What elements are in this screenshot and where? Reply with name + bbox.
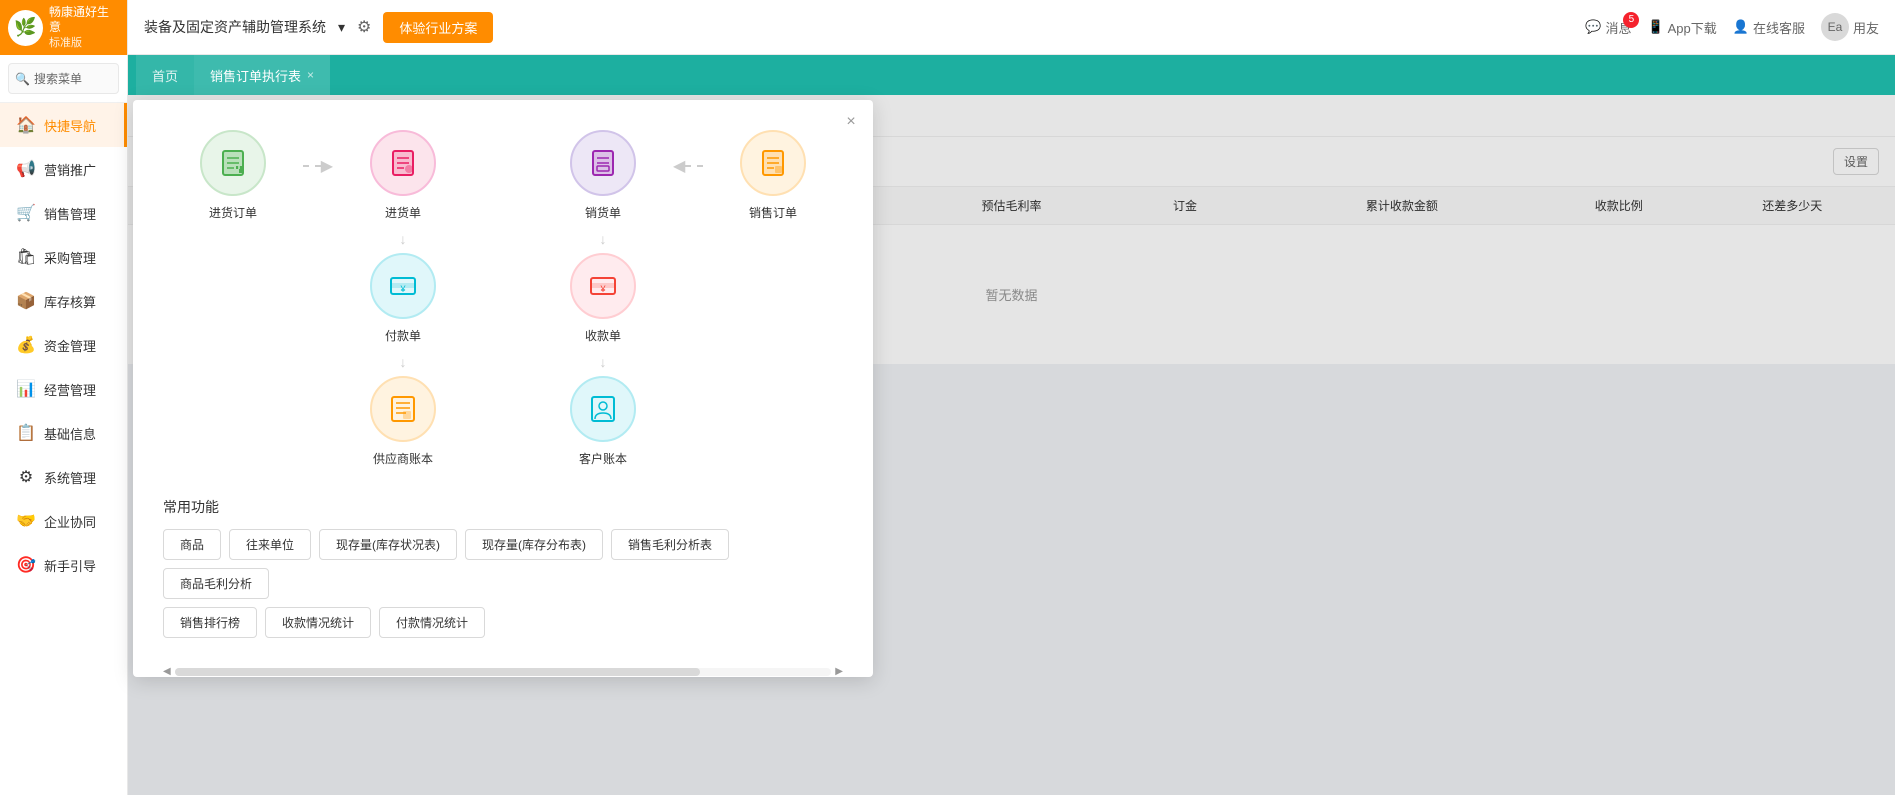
flow-item-supplier-account[interactable]: 供应商账本 — [333, 376, 473, 467]
sidebar-item-operations[interactable]: 📊 经营管理 — [0, 367, 127, 411]
common-functions-title: 常用功能 — [163, 497, 843, 517]
logo-icon: 🌿 — [8, 10, 43, 46]
popup-panel: × — [133, 100, 873, 677]
message-icon: 💬 — [1585, 19, 1601, 35]
home-icon: 🏠 — [16, 115, 36, 135]
chevron-down-icon: ▾ — [338, 19, 345, 36]
common-buttons-row2: 销售排行榜 收款情况统计 付款情况统计 — [163, 607, 843, 638]
sidebar-item-purchase[interactable]: 🛍 采购管理 — [0, 235, 127, 279]
flow-row-2: ¥ 付款单 ¥ 收款单 — [163, 253, 843, 344]
popup-close-button[interactable]: × — [841, 112, 861, 132]
handshake-icon: 🤝 — [16, 511, 36, 531]
svg-text:¥: ¥ — [599, 284, 606, 294]
flow-row-arrows: ↓ ↓ — [163, 231, 843, 253]
sidebar-item-finance[interactable]: 💰 资金管理 — [0, 323, 127, 367]
flow-circle-supplier-account — [370, 376, 436, 442]
sidebar-item-guide[interactable]: 🎯 新手引导 — [0, 543, 127, 587]
scroll-left-arrow[interactable]: ◀ — [163, 666, 171, 677]
sidebar-search: 🔍 搜索菜单 — [0, 55, 127, 103]
sidebar-item-quick-nav[interactable]: 🏠 快捷导航 — [0, 103, 127, 147]
scroll-right-arrow[interactable]: ▶ — [835, 666, 843, 677]
target-icon: 🎯 — [16, 555, 36, 575]
flow-circle-sales-order — [740, 130, 806, 196]
clipboard-icon: 📋 — [16, 423, 36, 443]
message-button[interactable]: 💬 消息 5 — [1585, 18, 1631, 37]
sidebar-item-system[interactable]: ⚙ 系统管理 — [0, 455, 127, 499]
popup-scrollbar: ◀ ▶ — [133, 658, 873, 677]
flow-item-receipt-bill[interactable]: ¥ 收款单 — [533, 253, 673, 344]
sidebar-item-marketing[interactable]: 📢 营销推广 — [0, 147, 127, 191]
flow-section: 进货订单 ▶ — [133, 100, 873, 497]
gear-icon: ⚙ — [16, 467, 36, 487]
sidebar-nav: 🏠 快捷导航 📢 营销推广 🛒 销售管理 🛍 采购管理 📦 库存核算 💰 资金管… — [0, 103, 127, 795]
flow-circle-customer-account — [570, 376, 636, 442]
flow-item-purchase-bill[interactable]: 进货单 — [333, 130, 473, 221]
megaphone-icon: 📢 — [16, 159, 36, 179]
chart-icon: 📊 — [16, 379, 36, 399]
tab-bar: 首页 销售订单执行表 × — [128, 55, 1895, 95]
flow-circle-receipt-bill: ¥ — [570, 253, 636, 319]
common-btn-payment-stat[interactable]: 付款情况统计 — [379, 607, 485, 638]
box-icon: 📦 — [16, 291, 36, 311]
sidebar-item-inventory[interactable]: 📦 库存核算 — [0, 279, 127, 323]
tab-sales-order[interactable]: 销售订单执行表 × — [194, 55, 330, 95]
logo-text: 畅康通好生意 标准版 — [49, 5, 119, 50]
sidebar-item-basic-info[interactable]: 📋 基础信息 — [0, 411, 127, 455]
system-title: 装备及固定资产辅助管理系统 — [144, 17, 326, 37]
system-dropdown[interactable]: ▾ — [338, 19, 345, 36]
common-buttons-row1: 商品 往来单位 现存量(库存状况表) 现存量(库存分布表) 销售毛利分析表 商品… — [163, 529, 843, 599]
common-section: 常用功能 商品 往来单位 现存量(库存状况表) 现存量(库存分布表) 销售毛利分… — [133, 497, 873, 658]
tab-home[interactable]: 首页 — [136, 55, 194, 95]
flow-item-sales-order[interactable]: 销售订单 — [703, 130, 843, 221]
flow-row-arrows2: ↓ ↓ — [163, 354, 843, 376]
common-btn-stock-dist[interactable]: 现存量(库存分布表) — [465, 529, 603, 560]
svg-text:¥: ¥ — [399, 284, 406, 294]
settings-icon[interactable]: ⚙ — [357, 17, 371, 37]
sidebar-item-enterprise[interactable]: 🤝 企业协同 — [0, 499, 127, 543]
logo-area: 🌿 畅康通好生意 标准版 — [0, 0, 127, 55]
flow-item-customer-account[interactable]: 客户账本 — [533, 376, 673, 467]
common-btn-stock-status[interactable]: 现存量(库存状况表) — [319, 529, 457, 560]
common-btn-partner[interactable]: 往来单位 — [229, 529, 311, 560]
message-badge: 5 — [1623, 12, 1639, 28]
flow-item-purchase-order[interactable]: 进货订单 — [163, 130, 303, 221]
common-btn-sales-rank[interactable]: 销售排行榜 — [163, 607, 257, 638]
flow-item-sales-bill[interactable]: 销货单 — [533, 130, 673, 221]
popup-overlay: × — [128, 95, 1895, 795]
scroll-track[interactable] — [175, 668, 832, 676]
app-download-button[interactable]: 📱 App下载 — [1647, 18, 1716, 37]
search-menu-button[interactable]: 🔍 搜索菜单 — [8, 63, 119, 94]
search-icon: 🔍 — [15, 72, 30, 86]
flow-circle-purchase-order — [200, 130, 266, 196]
header: 装备及固定资产辅助管理系统 ▾ ⚙ 体验行业方案 💬 消息 5 📱 App下载 … — [128, 0, 1895, 55]
user-avatar: Ea — [1821, 13, 1849, 41]
scroll-thumb[interactable] — [175, 668, 700, 676]
tab-close-icon[interactable]: × — [307, 68, 314, 82]
common-btn-sales-profit[interactable]: 销售毛利分析表 — [611, 529, 729, 560]
flow-row-3: 供应商账本 客户账本 — [163, 376, 843, 467]
cart-icon: 🛒 — [16, 203, 36, 223]
bag-icon: 🛍 — [16, 247, 36, 267]
sidebar: 🌿 畅康通好生意 标准版 🔍 搜索菜单 🏠 快捷导航 📢 营销推广 🛒 销售管理… — [0, 0, 128, 795]
sidebar-item-sales[interactable]: 🛒 销售管理 — [0, 191, 127, 235]
common-btn-product-profit[interactable]: 商品毛利分析 — [163, 568, 269, 599]
flow-row-1: 进货订单 ▶ — [163, 130, 843, 221]
user-menu[interactable]: Ea 用友 — [1821, 13, 1879, 41]
download-icon: 📱 — [1647, 19, 1663, 35]
flow-item-payment-bill[interactable]: ¥ 付款单 — [333, 253, 473, 344]
header-right: 💬 消息 5 📱 App下载 👤 在线客服 Ea 用友 — [1585, 13, 1879, 41]
online-service-button[interactable]: 👤 在线客服 — [1733, 18, 1805, 37]
money-icon: 💰 — [16, 335, 36, 355]
trial-button[interactable]: 体验行业方案 — [383, 12, 493, 43]
common-btn-receipt-stat[interactable]: 收款情况统计 — [265, 607, 371, 638]
flow-circle-purchase-bill — [370, 130, 436, 196]
flow-circle-sales-bill — [570, 130, 636, 196]
service-icon: 👤 — [1733, 19, 1749, 35]
common-btn-product[interactable]: 商品 — [163, 529, 221, 560]
flow-circle-payment-bill: ¥ — [370, 253, 436, 319]
